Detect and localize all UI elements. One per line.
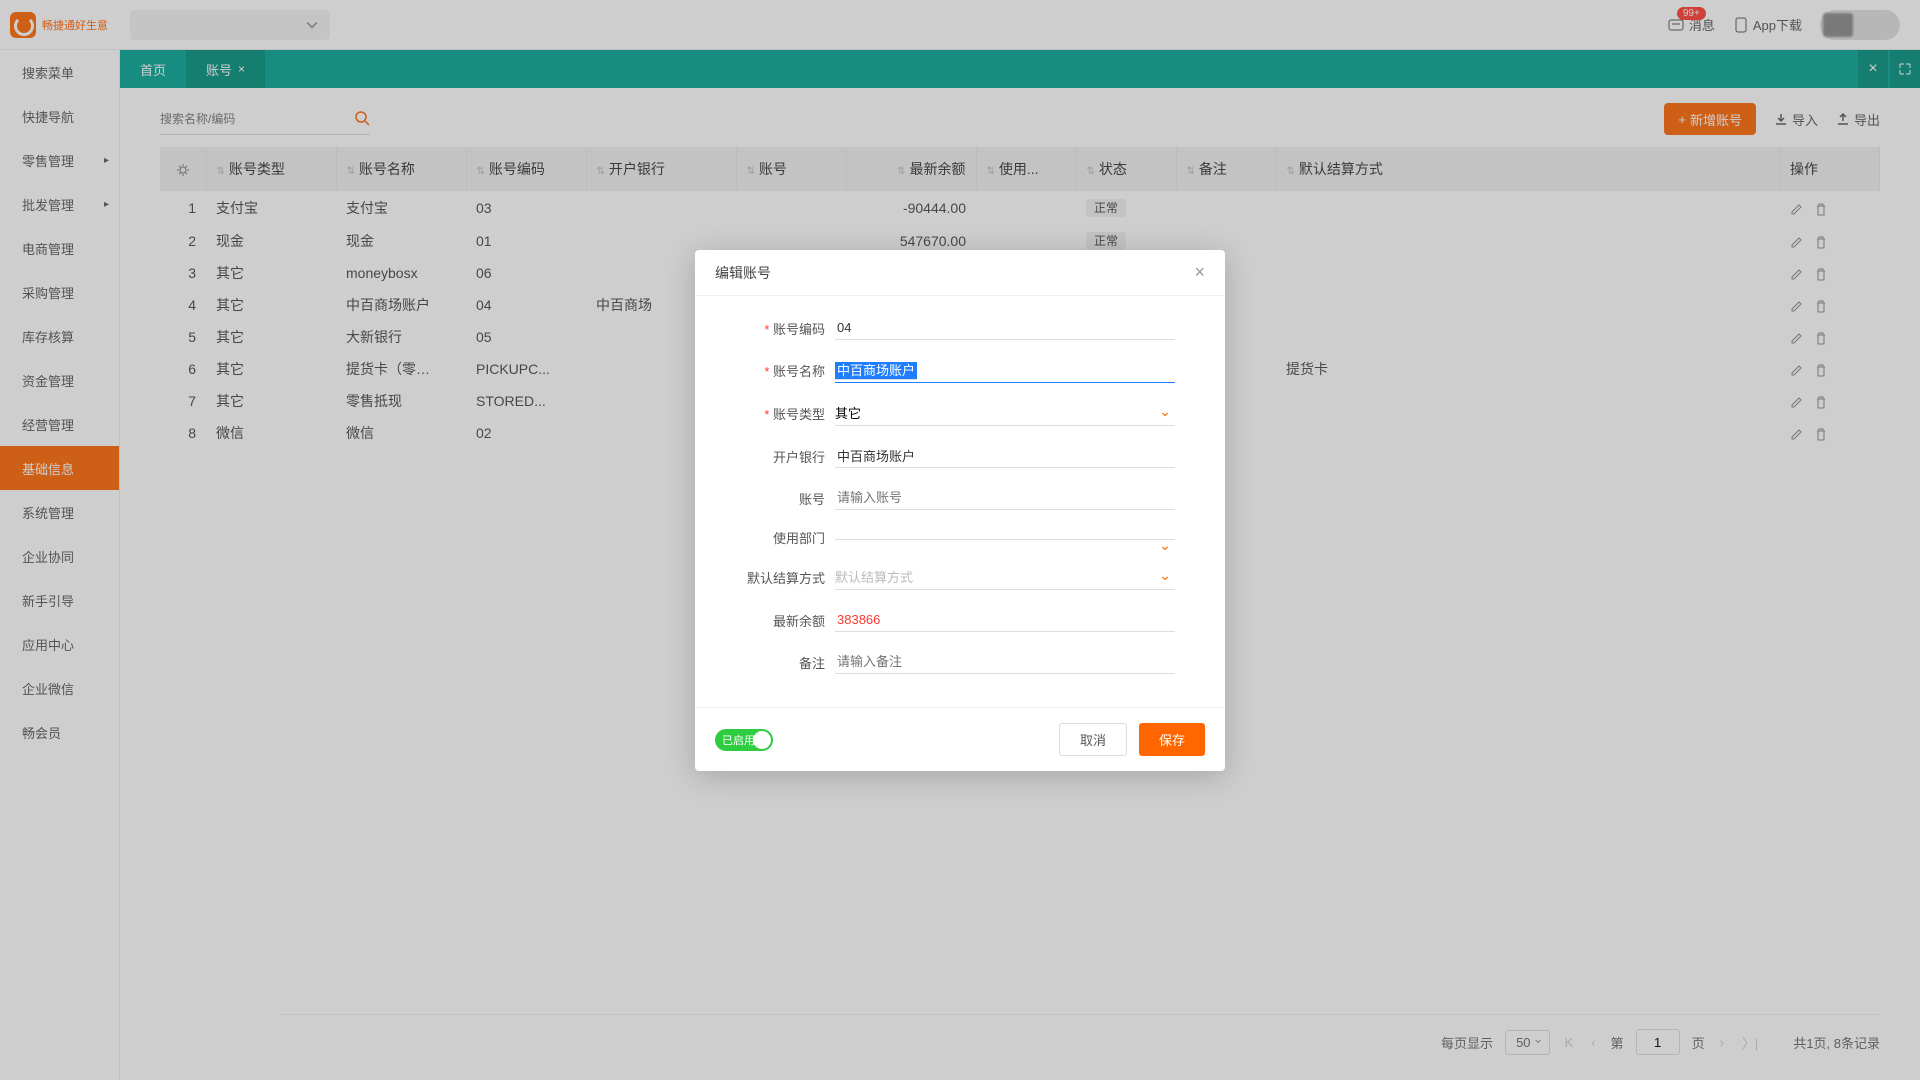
save-button[interactable]: 保存 [1139, 723, 1205, 756]
label-name: 账号名称 [735, 361, 835, 380]
label-code: 账号编码 [735, 319, 835, 338]
modal-title: 编辑账号 [715, 263, 771, 283]
select-department[interactable]: ⌄ [835, 535, 1175, 540]
label-department: 使用部门 [735, 528, 835, 547]
input-name[interactable]: 中百商场账户 [835, 362, 917, 380]
input-remark[interactable] [835, 650, 1175, 674]
modal-header: 编辑账号 × [695, 250, 1225, 296]
input-code[interactable] [835, 316, 1175, 340]
close-icon[interactable]: × [1194, 262, 1205, 283]
edit-account-modal: 编辑账号 × 账号编码 账号名称 中百商场账户 账号类型 其它 ⌄ 开户银行 账… [695, 250, 1225, 771]
label-balance: 最新余额 [735, 611, 835, 630]
label-payment: 默认结算方式 [735, 568, 835, 587]
balance-value: 383866 [835, 608, 1175, 632]
label-remark: 备注 [735, 653, 835, 672]
chevron-down-icon: ⌄ [1159, 403, 1171, 420]
chevron-down-icon: ⌄ [1159, 537, 1171, 554]
chevron-down-icon: ⌄ [1159, 567, 1171, 584]
select-payment[interactable]: 默认结算方式 ⌄ [835, 565, 1175, 590]
label-account-number: 账号 [735, 489, 835, 508]
input-account-number[interactable] [835, 486, 1175, 510]
enabled-toggle[interactable]: 已启用 [715, 729, 773, 751]
cancel-button[interactable]: 取消 [1059, 723, 1127, 756]
label-bank: 开户银行 [735, 447, 835, 466]
input-bank[interactable] [835, 444, 1175, 468]
label-type: 账号类型 [735, 404, 835, 423]
select-type[interactable]: 其它 ⌄ [835, 401, 1175, 426]
